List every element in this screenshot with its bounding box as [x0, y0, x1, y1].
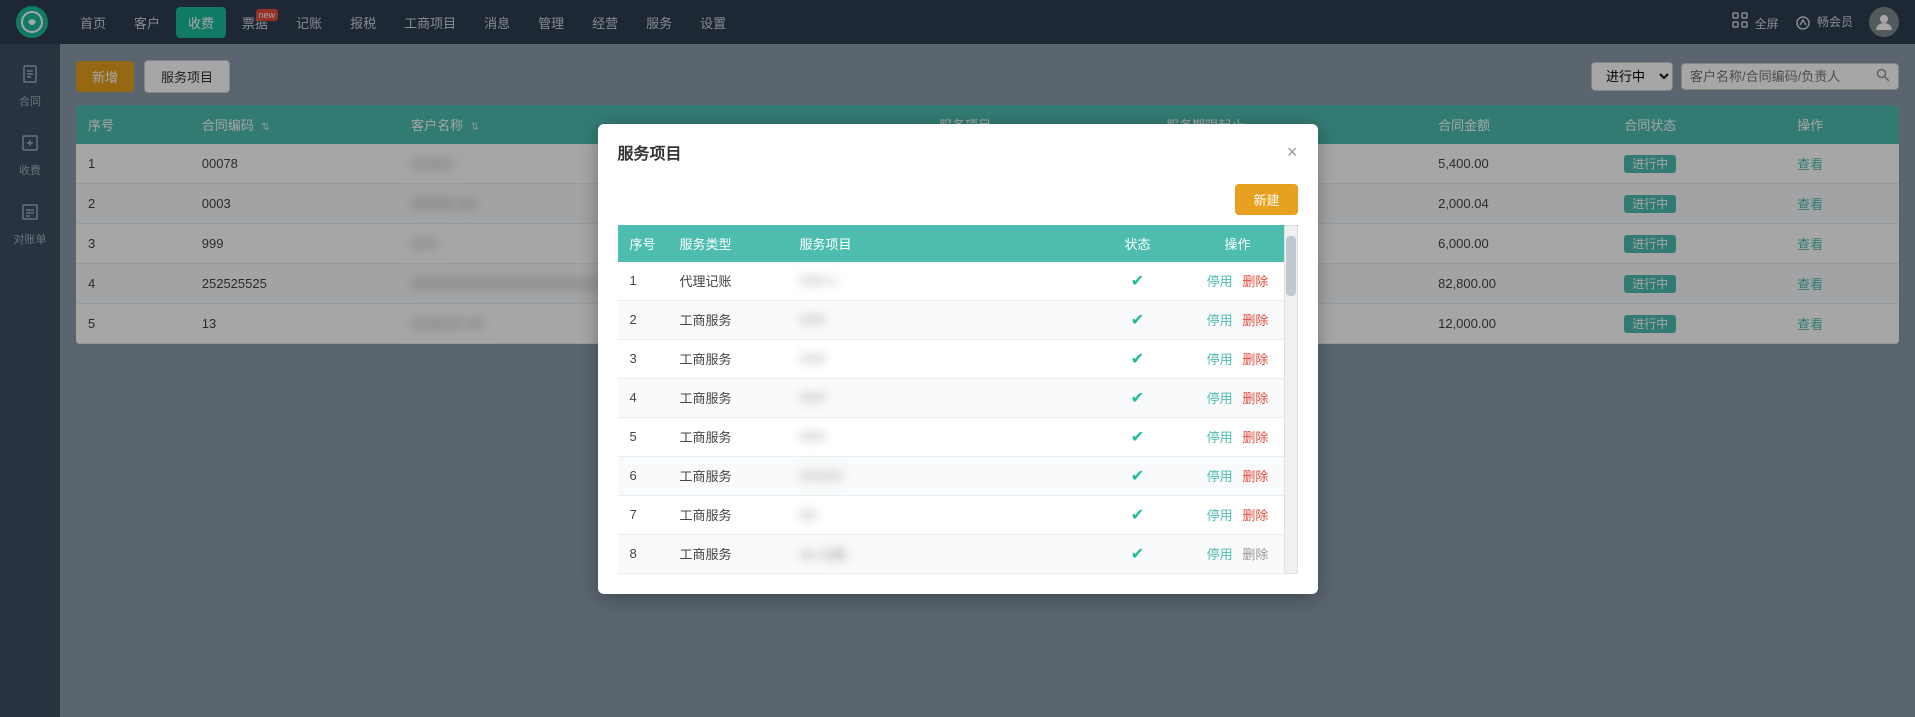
delete-button[interactable]: 删除: [1242, 430, 1268, 445]
modal-cell-status: ✔: [1098, 495, 1178, 534]
stop-button[interactable]: 停用: [1207, 430, 1233, 445]
stop-button[interactable]: 停用: [1207, 508, 1233, 523]
modal-cell-type: 工商服务: [668, 300, 788, 339]
modal-cell-action[interactable]: 停用 删除: [1178, 378, 1298, 417]
modal-cell-seq: 6: [618, 456, 668, 495]
delete-button[interactable]: 删除: [1242, 391, 1268, 406]
delete-button[interactable]: 删除: [1242, 274, 1268, 289]
modal-cell-status: ✔: [1098, 262, 1178, 301]
modal-cell-type: 代理记账: [668, 262, 788, 301]
modal-new-button[interactable]: 新建: [1235, 184, 1297, 215]
delete-button[interactable]: 删除: [1242, 547, 1268, 562]
scrollbar[interactable]: [1284, 225, 1298, 574]
modal-cell-seq: 2: [618, 300, 668, 339]
modal-table-row: 2 工商服务 XXX ✔ 停用 删除: [618, 300, 1298, 339]
modal-cell-action[interactable]: 停用 删除: [1178, 534, 1298, 573]
modal-table-row: 8 工商服务 XX 注册 ✔ 停用 删除: [618, 534, 1298, 573]
modal-cell-seq: 8: [618, 534, 668, 573]
modal-cell-action[interactable]: 停用 删除: [1178, 262, 1298, 301]
status-check-icon: ✔: [1131, 273, 1144, 290]
modal-table-row: 6 工商服务 XXXXX ✔ 停用 删除: [618, 456, 1298, 495]
modal-cell-seq: 4: [618, 378, 668, 417]
modal-table-row: 1 代理记账 XXX 1 ✔ 停用 删除: [618, 262, 1298, 301]
status-check-icon: ✔: [1131, 507, 1144, 524]
stop-button[interactable]: 停用: [1207, 313, 1233, 328]
modal-table-header: 序号 服务类型 服务项目 状态 操作: [618, 225, 1298, 262]
status-check-icon: ✔: [1131, 546, 1144, 563]
modal-cell-status: ✔: [1098, 300, 1178, 339]
modal-cell-item: XXX: [788, 417, 1098, 456]
modal-cell-status: ✔: [1098, 417, 1178, 456]
delete-button[interactable]: 删除: [1242, 508, 1268, 523]
modal-cell-seq: 3: [618, 339, 668, 378]
modal-cell-item: XXX 1: [788, 262, 1098, 301]
modal-cell-type: 工商服务: [668, 378, 788, 417]
modal-cell-action[interactable]: 停用 删除: [1178, 495, 1298, 534]
service-items-modal: 服务项目 × 新建 序号 服务类型 服务项目 状态 操作: [598, 124, 1318, 594]
modal-table-row: 5 工商服务 XXX ✔ 停用 删除: [618, 417, 1298, 456]
modal-cell-status: ✔: [1098, 534, 1178, 573]
modal-table-row: 4 工商服务 XXX ✔ 停用 删除: [618, 378, 1298, 417]
modal-cell-item: XX 注册: [788, 534, 1098, 573]
modal-cell-type: 工商服务: [668, 417, 788, 456]
modal-col-seq: 序号: [618, 225, 668, 262]
modal-cell-status: ✔: [1098, 456, 1178, 495]
service-items-table: 序号 服务类型 服务项目 状态 操作 1 代理记账 XXX 1 ✔ 停用 删除 …: [618, 225, 1298, 574]
modal-body: 新建 序号 服务类型 服务项目 状态 操作 1 代理记账: [598, 174, 1318, 594]
status-check-icon: ✔: [1131, 312, 1144, 329]
modal-cell-item: XXXXX: [788, 456, 1098, 495]
modal-cell-action[interactable]: 停用 删除: [1178, 339, 1298, 378]
modal-cell-status: ✔: [1098, 339, 1178, 378]
modal-cell-type: 工商服务: [668, 534, 788, 573]
modal-table-row: 3 工商服务 XXX ✔ 停用 删除: [618, 339, 1298, 378]
modal-cell-item: XXX: [788, 378, 1098, 417]
delete-button[interactable]: 删除: [1242, 469, 1268, 484]
modal-cell-type: 工商服务: [668, 339, 788, 378]
modal-cell-action[interactable]: 停用 删除: [1178, 300, 1298, 339]
modal-toolbar: 新建: [618, 184, 1298, 215]
modal-cell-item: XX: [788, 495, 1098, 534]
stop-button[interactable]: 停用: [1207, 274, 1233, 289]
modal-cell-seq: 7: [618, 495, 668, 534]
modal-cell-status: ✔: [1098, 378, 1178, 417]
modal-header: 服务项目 ×: [598, 124, 1318, 174]
delete-button[interactable]: 删除: [1242, 313, 1268, 328]
stop-button[interactable]: 停用: [1207, 391, 1233, 406]
modal-cell-type: 工商服务: [668, 456, 788, 495]
delete-button[interactable]: 删除: [1242, 352, 1268, 367]
modal-cell-item: XXX: [788, 339, 1098, 378]
modal-cell-action[interactable]: 停用 删除: [1178, 456, 1298, 495]
modal-cell-seq: 1: [618, 262, 668, 301]
modal-cell-action[interactable]: 停用 删除: [1178, 417, 1298, 456]
stop-button[interactable]: 停用: [1207, 469, 1233, 484]
modal-title: 服务项目: [618, 140, 682, 164]
modal-cell-type: 工商服务: [668, 495, 788, 534]
modal-overlay[interactable]: 服务项目 × 新建 序号 服务类型 服务项目 状态 操作: [0, 0, 1915, 717]
modal-cell-item: XXX: [788, 300, 1098, 339]
modal-col-action: 操作: [1178, 225, 1298, 262]
modal-table-row: 7 工商服务 XX ✔ 停用 删除: [618, 495, 1298, 534]
stop-button[interactable]: 停用: [1207, 547, 1233, 562]
stop-button[interactable]: 停用: [1207, 352, 1233, 367]
status-check-icon: ✔: [1131, 429, 1144, 446]
modal-col-type: 服务类型: [668, 225, 788, 262]
modal-close-button[interactable]: ×: [1287, 143, 1298, 161]
modal-col-status: 状态: [1098, 225, 1178, 262]
status-check-icon: ✔: [1131, 390, 1144, 407]
modal-cell-seq: 5: [618, 417, 668, 456]
modal-col-item: 服务项目: [788, 225, 1098, 262]
status-check-icon: ✔: [1131, 468, 1144, 485]
status-check-icon: ✔: [1131, 351, 1144, 368]
